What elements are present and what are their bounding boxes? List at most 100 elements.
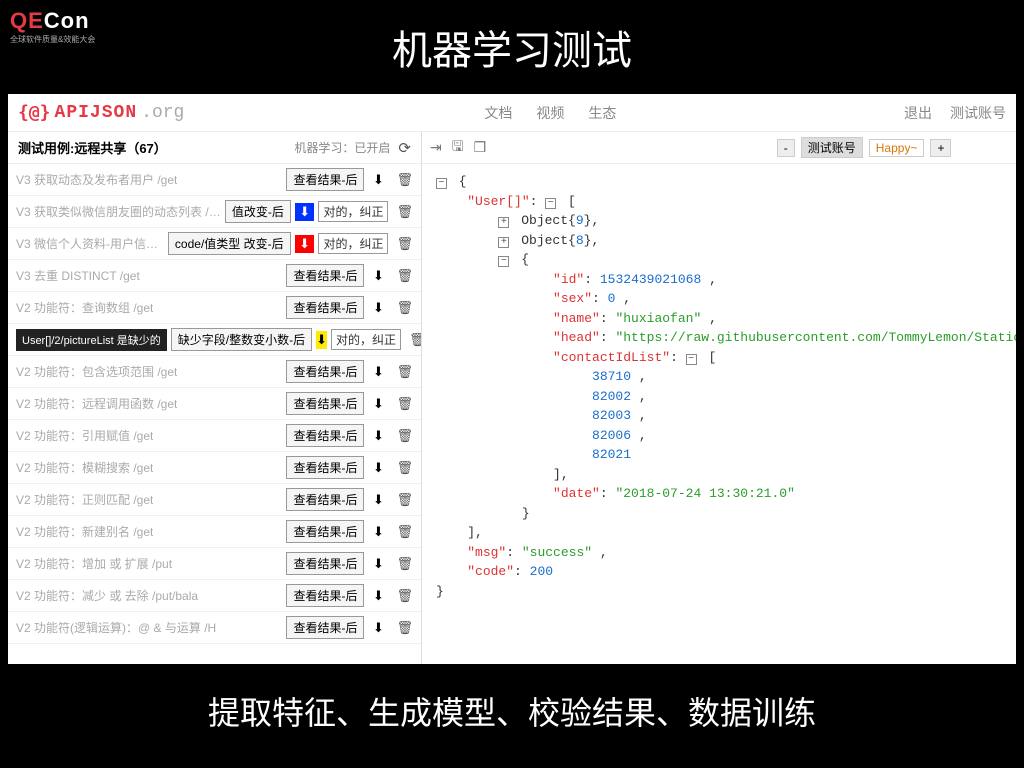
error-tooltip: User[]/2/pictureList 是缺少的 — [16, 329, 167, 351]
trash-icon[interactable]: 🗑 — [396, 588, 413, 604]
trash-icon[interactable]: 🗑 — [396, 428, 413, 444]
result-button[interactable]: 查看结果-后 — [286, 584, 364, 607]
test-row[interactable]: V3 获取动态及发布者用户 /get查看结果-后⬇🗑 — [8, 164, 421, 196]
result-button[interactable]: 查看结果-后 — [286, 264, 364, 287]
download-icon[interactable]: ⬇ — [368, 491, 388, 509]
test-row[interactable]: V2 功能符：引用赋值 /get 查看结果-后⬇ 🗑 — [8, 420, 421, 452]
download-icon[interactable]: ⬇ — [368, 267, 388, 285]
download-icon[interactable]: ⬇ — [368, 395, 388, 413]
test-row[interactable]: V2 功能符：远程调用函数 /get查看结果-后⬇🗑 — [8, 388, 421, 420]
test-row[interactable]: V2 功能符(逻辑运算)：@ & 与运算 /H 查看结果-后⬇ 🗑 — [8, 612, 421, 644]
save-icon[interactable]: 🖫 — [452, 136, 464, 160]
download-icon[interactable]: ⬇ — [316, 331, 327, 349]
result-button[interactable]: 查看结果-后 — [286, 520, 364, 543]
json-viewer[interactable]: − { "User[]": − [ + Object{9}, + Object{… — [422, 164, 1016, 664]
tab-happy[interactable]: Happy~ — [869, 139, 925, 157]
layers-icon[interactable]: ❒ — [474, 139, 487, 156]
result-button[interactable]: 缺少字段/整数变小数-后 — [171, 328, 312, 351]
result-button[interactable]: code/值类型 改变-后 — [168, 232, 291, 255]
test-row[interactable]: V3 获取类似微信朋友圈的动态列表 /get值改变-后⬇对的，纠正 🗑 — [8, 196, 421, 228]
brand[interactable]: {@} APIJSON .org — [18, 102, 184, 123]
nav-test-account[interactable]: 测试账号 — [950, 103, 1006, 123]
download-icon[interactable]: ⬇ — [368, 171, 388, 189]
download-icon[interactable]: ⬇ — [368, 619, 388, 637]
nav-logout[interactable]: 退出 — [904, 103, 932, 123]
nav-docs[interactable]: 文档 — [484, 103, 512, 123]
topbar: {@} APIJSON .org 文档 视频 生态 退出 测试账号 — [8, 94, 1016, 132]
refresh-icon[interactable]: ⟳ — [398, 139, 411, 157]
correct-button[interactable]: 对的，纠正 — [318, 201, 388, 222]
trash-icon[interactable]: 🗑 — [396, 524, 413, 540]
slide-title: 机器学习测试 — [0, 0, 1024, 94]
brand-icon: {@} — [18, 102, 51, 123]
row-label: V3 获取类似微信朋友圈的动态列表 /get — [16, 203, 221, 220]
test-row[interactable]: V3 去重 DISTINCT /get 查看结果-后⬇ 🗑 — [8, 260, 421, 292]
download-icon[interactable]: ⬇ — [368, 363, 388, 381]
nav-video[interactable]: 视频 — [536, 103, 564, 123]
test-row[interactable]: V3 微信个人资料-用户信息+code/值类型 改变-后⬇对的，纠正 🗑 — [8, 228, 421, 260]
download-icon[interactable]: ⬇ — [368, 299, 388, 317]
result-button[interactable]: 查看结果-后 — [286, 392, 364, 415]
test-row[interactable]: V2 功能符：增加 或 扩展 /put 查看结果-后⬇ 🗑 — [8, 548, 421, 580]
indent-icon[interactable]: ⇥ — [430, 139, 442, 156]
slide-footer: 提取特征、生成模型、校验结果、数据训练 — [0, 664, 1024, 758]
trash-icon[interactable]: 🗑 — [396, 620, 413, 636]
panel-title: 测试用例:远程共享（67） — [18, 138, 167, 157]
row-label: V3 去重 DISTINCT /get — [16, 267, 140, 284]
nav-eco[interactable]: 生态 — [588, 103, 616, 123]
test-row[interactable]: V2 功能符：减少 或 去除 /put/bala 查看结果-后⬇ 🗑 — [8, 580, 421, 612]
trash-icon[interactable]: 🗑 — [396, 556, 413, 572]
download-icon[interactable]: ⬇ — [295, 235, 315, 253]
row-label: V2 功能符：增加 或 扩展 /put — [16, 555, 172, 572]
brand-name: APIJSON — [55, 103, 138, 123]
trash-icon[interactable]: 🗑 — [396, 396, 413, 412]
top-nav: 文档 视频 生态 — [484, 103, 616, 123]
download-icon[interactable]: ⬇ — [368, 587, 388, 605]
result-panel: ⇥ 🖫 ❒ - 测试账号 Happy~ + ⬇ ⇶ 👕 − { "User[]"… — [422, 132, 1016, 664]
result-button[interactable]: 查看结果-后 — [286, 296, 364, 319]
result-button[interactable]: 查看结果-后 — [286, 168, 364, 191]
test-row[interactable]: V2 功能符：模糊搜索 /get 查看结果-后⬇ 🗑 — [8, 452, 421, 484]
test-row[interactable]: V2 功能符：正则匹配 /get查看结果-后⬇🗑 — [8, 484, 421, 516]
conference-logo: QECon 全球软件质量&效能大会 — [10, 8, 95, 45]
app-window: {@} APIJSON .org 文档 视频 生态 退出 测试账号 测试用例:远… — [8, 94, 1016, 664]
row-label: V2 功能符：引用赋值 /get — [16, 427, 153, 444]
download-icon[interactable]: ⬇ — [368, 459, 388, 477]
tab-minus[interactable]: - — [777, 139, 795, 157]
trash-icon[interactable]: 🗑 — [396, 236, 413, 252]
trash-icon[interactable]: 🗑 — [396, 172, 413, 188]
trash-icon[interactable]: 🗑 — [396, 204, 413, 220]
trash-icon[interactable]: 🗑 — [396, 460, 413, 476]
trash-icon[interactable]: 🗑 — [396, 268, 413, 284]
trash-icon[interactable]: 🗑 — [409, 332, 421, 348]
tab-plus[interactable]: + — [930, 139, 951, 157]
result-button[interactable]: 查看结果-后 — [286, 552, 364, 575]
result-button[interactable]: 值改变-后 — [225, 200, 291, 223]
result-button[interactable]: 查看结果-后 — [286, 456, 364, 479]
row-label: V2 功能符：减少 或 去除 /put/bala — [16, 587, 198, 604]
row-label: V2 功能符：模糊搜索 /get — [16, 459, 153, 476]
row-label: V3 微信个人资料-用户信息+ — [16, 235, 164, 252]
download-icon[interactable]: ⬇ — [368, 523, 388, 541]
download-icon[interactable]: ⬇ — [368, 427, 388, 445]
test-row[interactable]: V2 功能符：新建别名 /get查看结果-后⬇🗑 — [8, 516, 421, 548]
result-button[interactable]: 查看结果-后 — [286, 424, 364, 447]
trash-icon[interactable]: 🗑 — [396, 300, 413, 316]
download-icon[interactable]: ⬇ — [368, 555, 388, 573]
result-button[interactable]: 查看结果-后 — [286, 488, 364, 511]
correct-button[interactable]: 对的，纠正 — [318, 233, 388, 254]
test-row[interactable]: V2 功能符：查询数组 /get 查看结果-后⬇ 🗑 — [8, 292, 421, 324]
download-icon[interactable]: ⬇ — [295, 203, 315, 221]
test-case-panel: 测试用例:远程共享（67） 机器学习：已开启 ⟳ V3 获取动态及发布者用户 /… — [8, 132, 422, 664]
row-label: V2 功能符(逻辑运算)：@ & 与运算 /H — [16, 619, 216, 636]
trash-icon[interactable]: 🗑 — [396, 364, 413, 380]
result-button[interactable]: 查看结果-后 — [286, 360, 364, 383]
test-row[interactable]: V2 功能符：包含选项范围 /get查看结果-后⬇🗑 — [8, 356, 421, 388]
correct-button[interactable]: 对的，纠正 — [331, 329, 401, 350]
row-label: V2 功能符：查询数组 /get — [16, 299, 153, 316]
ml-status: 机器学习：已开启 — [294, 139, 390, 156]
test-row[interactable]: User[]/2/pictureList 是缺少的缺少字段/整数变小数-后⬇对的… — [8, 324, 421, 356]
tab-test-account[interactable]: 测试账号 — [801, 137, 863, 158]
result-button[interactable]: 查看结果-后 — [286, 616, 364, 639]
trash-icon[interactable]: 🗑 — [396, 492, 413, 508]
